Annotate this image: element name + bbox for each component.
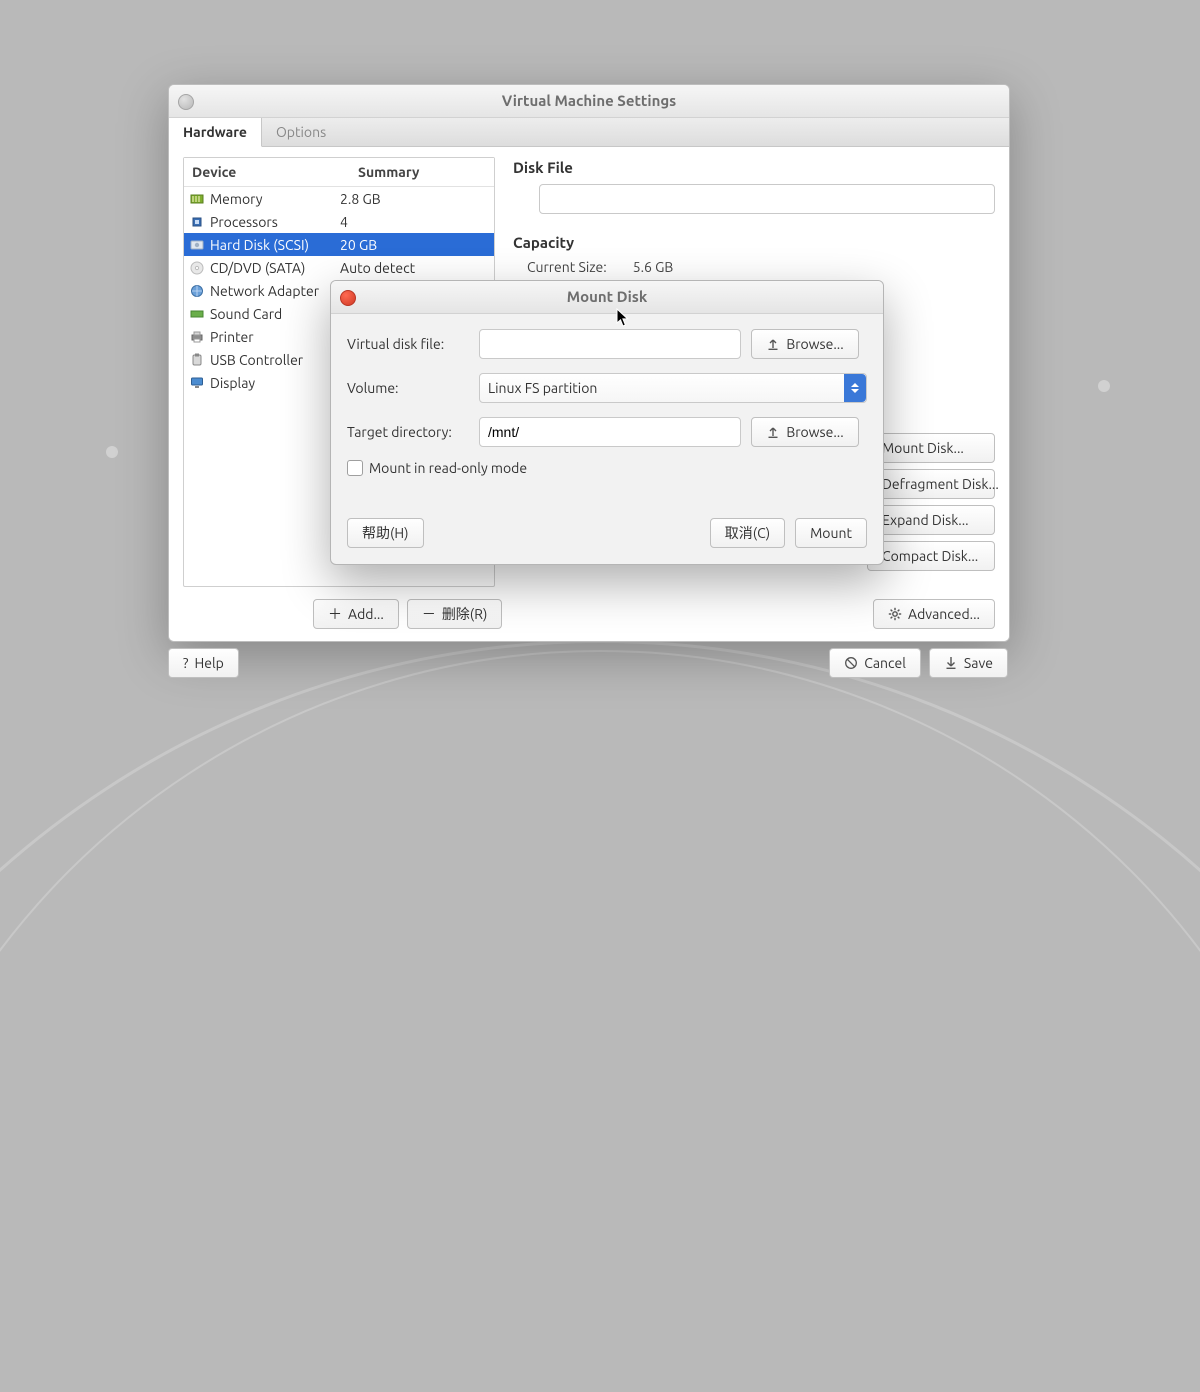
target-dir-label: Target directory: — [347, 424, 469, 440]
question-icon: ? — [183, 655, 188, 671]
dialog-mount-button[interactable]: Mount — [795, 518, 867, 548]
vdisk-file-input[interactable] — [479, 329, 741, 359]
device-label: Display — [210, 375, 255, 391]
sound-card-icon — [190, 307, 204, 321]
device-row-cd-dvd[interactable]: CD/DVD (SATA) Auto detect — [184, 256, 494, 279]
dialog-cancel-button[interactable]: 取消(C) — [710, 518, 785, 548]
help-button[interactable]: ? Help — [168, 648, 239, 678]
printer-icon — [190, 330, 204, 344]
device-label: CD/DVD (SATA) — [210, 260, 305, 276]
display-icon — [190, 376, 204, 390]
tab-hardware[interactable]: Hardware — [168, 117, 262, 147]
dialog-title: Mount Disk — [567, 288, 648, 305]
remove-device-button[interactable]: － 删除(R) — [407, 599, 503, 629]
dialog-titlebar: Mount Disk — [331, 281, 883, 314]
device-label: Printer — [210, 329, 254, 345]
browse-target-button[interactable]: Browse... — [751, 417, 859, 447]
footer-buttons: ? Help Cancel Save — [168, 648, 1008, 678]
tab-bar: Hardware Options — [169, 118, 1009, 147]
device-label: Network Adapter — [210, 283, 319, 299]
readonly-checkbox[interactable] — [347, 460, 363, 476]
upload-icon — [766, 425, 780, 439]
plus-icon: ＋ — [328, 604, 342, 624]
readonly-row[interactable]: Mount in read-only mode — [347, 460, 867, 476]
device-row-hard-disk[interactable]: Hard Disk (SCSI) 20 GB — [184, 233, 494, 256]
dialog-help-button[interactable]: 帮助(H) — [347, 518, 424, 548]
tab-options[interactable]: Options — [262, 118, 340, 146]
window-titlebar: Virtual Machine Settings — [169, 85, 1009, 118]
disk-file-input[interactable] — [539, 184, 995, 214]
add-device-button[interactable]: ＋ Add... — [313, 599, 399, 629]
gear-icon — [888, 607, 902, 621]
device-list-header: Device Summary — [184, 158, 494, 187]
defragment-disk-button[interactable]: Defragment Disk... — [867, 469, 995, 499]
chevron-updown-icon — [844, 374, 866, 402]
hard-disk-icon — [190, 238, 204, 252]
device-summary: Auto detect — [334, 260, 494, 276]
save-button[interactable]: Save — [929, 648, 1008, 678]
device-summary: 20 GB — [334, 237, 494, 253]
device-summary: 2.8 GB — [334, 191, 494, 207]
volume-combo[interactable]: Linux FS partition — [479, 373, 867, 403]
disk-utility-buttons: Mount Disk... Defragment Disk... Expand … — [867, 433, 995, 571]
memory-icon — [190, 192, 204, 206]
close-icon[interactable] — [178, 94, 194, 110]
capacity-row: Current Size: 5.6 GB — [527, 259, 995, 275]
mount-disk-button[interactable]: Mount Disk... — [867, 433, 995, 463]
upload-icon — [766, 337, 780, 351]
save-icon — [944, 656, 958, 670]
device-row-processors[interactable]: Processors 4 — [184, 210, 494, 233]
current-size-value: 5.6 GB — [633, 259, 674, 275]
volume-label: Volume: — [347, 380, 469, 396]
window-title: Virtual Machine Settings — [502, 92, 677, 109]
capacity-title: Capacity — [513, 234, 995, 251]
device-label: Memory — [210, 191, 263, 207]
device-row-memory[interactable]: Memory 2.8 GB — [184, 187, 494, 210]
device-toolbar: ＋ Add... － 删除(R) Advanced... — [183, 599, 995, 629]
vdisk-label: Virtual disk file: — [347, 336, 469, 352]
close-icon[interactable] — [340, 290, 356, 306]
disk-file-title: Disk File — [513, 159, 995, 176]
target-dir-input[interactable] — [479, 417, 741, 447]
optical-disc-icon — [190, 261, 204, 275]
col-device-header: Device — [184, 158, 350, 186]
device-summary: 4 — [334, 214, 494, 230]
network-icon — [190, 284, 204, 298]
current-size-label: Current Size: — [527, 259, 607, 275]
processor-icon — [190, 215, 204, 229]
browse-vdisk-button[interactable]: Browse... — [751, 329, 859, 359]
mount-disk-dialog: Mount Disk Virtual disk file: Browse... … — [330, 280, 884, 565]
minus-icon: － — [422, 604, 436, 624]
device-label: Processors — [210, 214, 278, 230]
cancel-icon — [844, 656, 858, 670]
device-label: USB Controller — [210, 352, 303, 368]
readonly-label: Mount in read-only mode — [369, 460, 527, 476]
cancel-button[interactable]: Cancel — [829, 648, 921, 678]
col-summary-header: Summary — [350, 158, 494, 186]
device-label: Hard Disk (SCSI) — [210, 237, 309, 253]
usb-icon — [190, 353, 204, 367]
device-label: Sound Card — [210, 306, 282, 322]
volume-value: Linux FS partition — [488, 380, 597, 396]
compact-disk-button[interactable]: Compact Disk... — [867, 541, 995, 571]
advanced-button[interactable]: Advanced... — [873, 599, 995, 629]
expand-disk-button[interactable]: Expand Disk... — [867, 505, 995, 535]
